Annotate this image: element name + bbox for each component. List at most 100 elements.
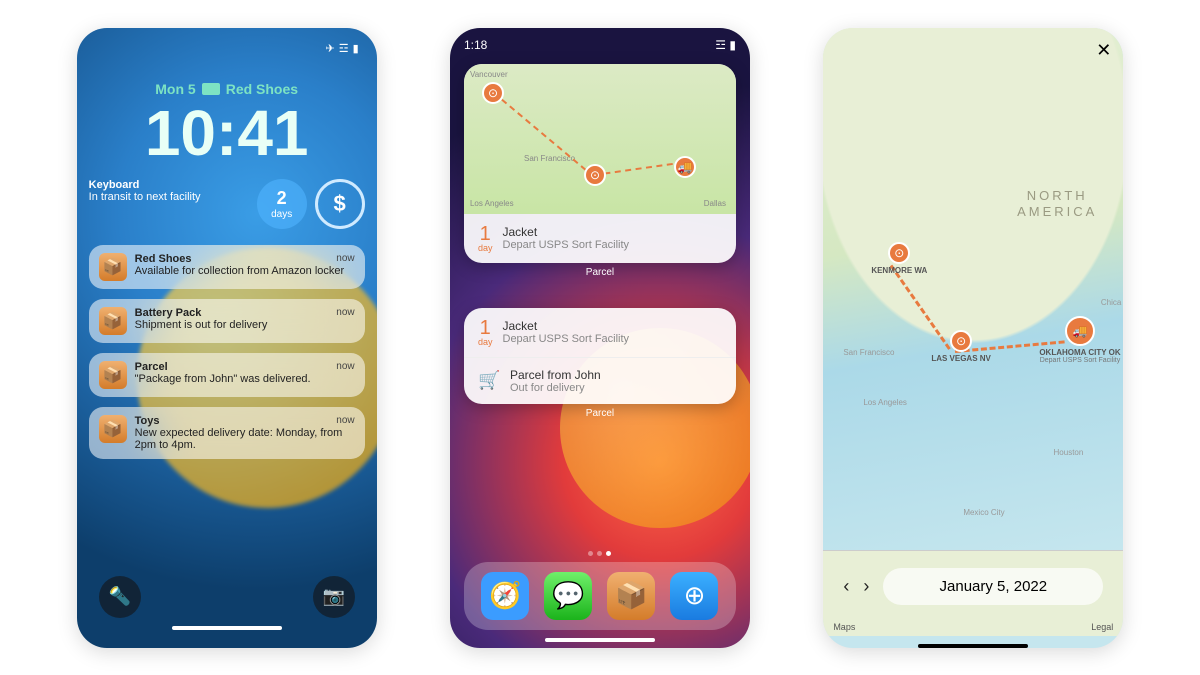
truck-icon bbox=[202, 83, 220, 95]
current-date: January 5, 2022 bbox=[883, 568, 1103, 605]
status-icons: ☲ ▮ bbox=[715, 38, 736, 52]
home-indicator[interactable] bbox=[918, 644, 1028, 648]
city-label: Houston bbox=[1054, 448, 1084, 457]
tracking-map[interactable]: NORTH AMERICA San Francisco Los Angeles … bbox=[823, 28, 1123, 550]
route-line bbox=[594, 161, 683, 176]
item-subtitle: Depart USPS Sort Facility bbox=[503, 239, 630, 251]
notification-title: Red Shoes bbox=[135, 253, 345, 265]
notification-title: Toys bbox=[135, 415, 355, 427]
page-indicator[interactable] bbox=[464, 551, 736, 556]
map-pin-truck-icon: 🚚 bbox=[1065, 316, 1095, 346]
plus-app-icon[interactable]: ⊕ bbox=[670, 572, 718, 620]
parcel-app-icon: 📦 bbox=[99, 253, 127, 281]
notification-body: New expected delivery date: Monday, from… bbox=[135, 427, 355, 451]
map-pin-truck-icon: 🚚 bbox=[674, 156, 696, 178]
eta-unit: day bbox=[478, 244, 493, 253]
parcel-app-icon: 📦 bbox=[99, 415, 127, 443]
widget-label: Parcel bbox=[464, 408, 736, 419]
lock-date: Mon 5 bbox=[155, 81, 195, 97]
lock-screen: ✈ ☲ ▮ Mon 5 Red Shoes 10:41 Keyboard In … bbox=[77, 28, 377, 648]
lock-time: 10:41 bbox=[89, 101, 365, 165]
cart-icon: 🛒 bbox=[478, 370, 500, 391]
notification[interactable]: 📦 Red Shoes Available for collection fro… bbox=[89, 245, 365, 289]
city-label: Los Angeles bbox=[863, 398, 907, 407]
notification[interactable]: 📦 Battery Pack Shipment is out for deliv… bbox=[89, 299, 365, 343]
status-time: 1:18 bbox=[464, 38, 487, 52]
parcel-app-icon: 📦 bbox=[99, 361, 127, 389]
days-number: 2 bbox=[277, 188, 287, 209]
parcel-app-icon[interactable]: 📦 bbox=[607, 572, 655, 620]
legal-link[interactable]: Legal bbox=[1091, 622, 1113, 632]
eta: 1 day bbox=[478, 318, 493, 347]
item-subtitle: Out for delivery bbox=[510, 382, 601, 394]
home-indicator[interactable] bbox=[545, 638, 655, 642]
notification-time: now bbox=[336, 415, 354, 426]
map-pin-icon: ⊙ bbox=[888, 242, 910, 264]
city-label: San Francisco bbox=[843, 348, 894, 357]
widget-item-row: 1 day Jacket Depart USPS Sort Facility bbox=[464, 308, 736, 357]
dock: 🧭 💬 📦 ⊕ bbox=[464, 562, 736, 630]
camera-icon: 📷 bbox=[322, 586, 344, 607]
flashlight-icon: 🔦 bbox=[108, 586, 130, 607]
continent-label: NORTH AMERICA bbox=[1017, 188, 1097, 222]
eta-number: 1 bbox=[480, 318, 491, 338]
notification-body: Shipment is out for delivery bbox=[135, 319, 268, 331]
airplane-mode-icon: ✈ bbox=[326, 42, 335, 55]
home-indicator[interactable] bbox=[172, 626, 282, 630]
city-label: Vancouver bbox=[470, 70, 508, 79]
notification-time: now bbox=[336, 361, 354, 372]
map-pin-icon: ⊙ bbox=[584, 164, 606, 186]
item-title: Jacket bbox=[503, 225, 630, 239]
stop[interactable]: ⊙ LAS VEGAS NV bbox=[931, 330, 991, 363]
notification[interactable]: 📦 Parcel "Package from John" was deliver… bbox=[89, 353, 365, 397]
prev-day-button[interactable]: ‹ bbox=[843, 576, 849, 597]
notification-title: Battery Pack bbox=[135, 307, 268, 319]
maps-logo: Maps bbox=[833, 622, 855, 632]
item-title: Parcel from John bbox=[510, 368, 601, 382]
city-label: Dallas bbox=[704, 199, 726, 208]
tracking-widget-large[interactable]: Vancouver San Francisco Los Angeles Dall… bbox=[464, 64, 736, 263]
eta-unit: day bbox=[478, 338, 493, 347]
status-bar: ✈ ☲ ▮ bbox=[89, 40, 365, 57]
widget-item-row: 1 day Jacket Depart USPS Sort Facility bbox=[464, 214, 736, 263]
city-label: Mexico City bbox=[963, 508, 1004, 517]
city-label: Los Angeles bbox=[470, 199, 514, 208]
notification-stack: 📦 Red Shoes Available for collection fro… bbox=[89, 245, 365, 459]
status-bar: 1:18 ☲ ▮ bbox=[464, 38, 736, 52]
eta-number: 1 bbox=[480, 224, 491, 244]
lock-footer: 🔦 📷 bbox=[89, 576, 365, 618]
widget-label: Parcel bbox=[464, 267, 736, 278]
camera-button[interactable]: 📷 bbox=[313, 576, 355, 618]
city-label: Chica bbox=[1101, 298, 1121, 307]
tracking-widget-small[interactable]: 1 day Jacket Depart USPS Sort Facility 🛒… bbox=[464, 308, 736, 404]
close-button[interactable]: ✕ bbox=[1096, 40, 1111, 61]
days-widget[interactable]: 2 days bbox=[257, 179, 307, 229]
map-bottom-bar: ‹ › January 5, 2022 Maps Legal bbox=[823, 550, 1123, 636]
transit-widget[interactable]: Keyboard In transit to next facility bbox=[89, 179, 249, 229]
notification-time: now bbox=[336, 253, 354, 264]
dollar-icon: $ bbox=[334, 191, 346, 217]
notification-body: "Package from John" was delivered. bbox=[135, 373, 311, 385]
notification-body: Available for collection from Amazon loc… bbox=[135, 265, 345, 277]
messages-app-icon[interactable]: 💬 bbox=[544, 572, 592, 620]
notification-time: now bbox=[336, 307, 354, 318]
close-icon: ✕ bbox=[1096, 40, 1111, 60]
safari-app-icon[interactable]: 🧭 bbox=[481, 572, 529, 620]
map-pin-icon: ⊙ bbox=[950, 330, 972, 352]
battery-icon: ▮ bbox=[353, 42, 359, 55]
route-line bbox=[493, 92, 594, 177]
price-widget[interactable]: $ bbox=[315, 179, 365, 229]
parcel-app-icon: 📦 bbox=[99, 307, 127, 335]
transit-widget-subtitle: In transit to next facility bbox=[89, 191, 249, 203]
lock-widgets: Keyboard In transit to next facility 2 d… bbox=[89, 179, 365, 229]
lock-date-row: Mon 5 Red Shoes bbox=[89, 81, 365, 97]
stop-current[interactable]: 🚚 OKLAHOMA CITY OK Depart USPS Sort Faci… bbox=[1039, 316, 1120, 364]
widget-map: Vancouver San Francisco Los Angeles Dall… bbox=[464, 64, 736, 214]
widget-item-row: 🛒 Parcel from John Out for delivery bbox=[464, 357, 736, 404]
stop-name: OKLAHOMA CITY OK bbox=[1039, 348, 1120, 357]
flashlight-button[interactable]: 🔦 bbox=[99, 576, 141, 618]
stop[interactable]: ⊙ KENMORE WA bbox=[871, 242, 927, 275]
next-day-button[interactable]: › bbox=[863, 576, 869, 597]
notification[interactable]: 📦 Toys New expected delivery date: Monda… bbox=[89, 407, 365, 459]
map-pin-icon: ⊙ bbox=[482, 82, 504, 104]
